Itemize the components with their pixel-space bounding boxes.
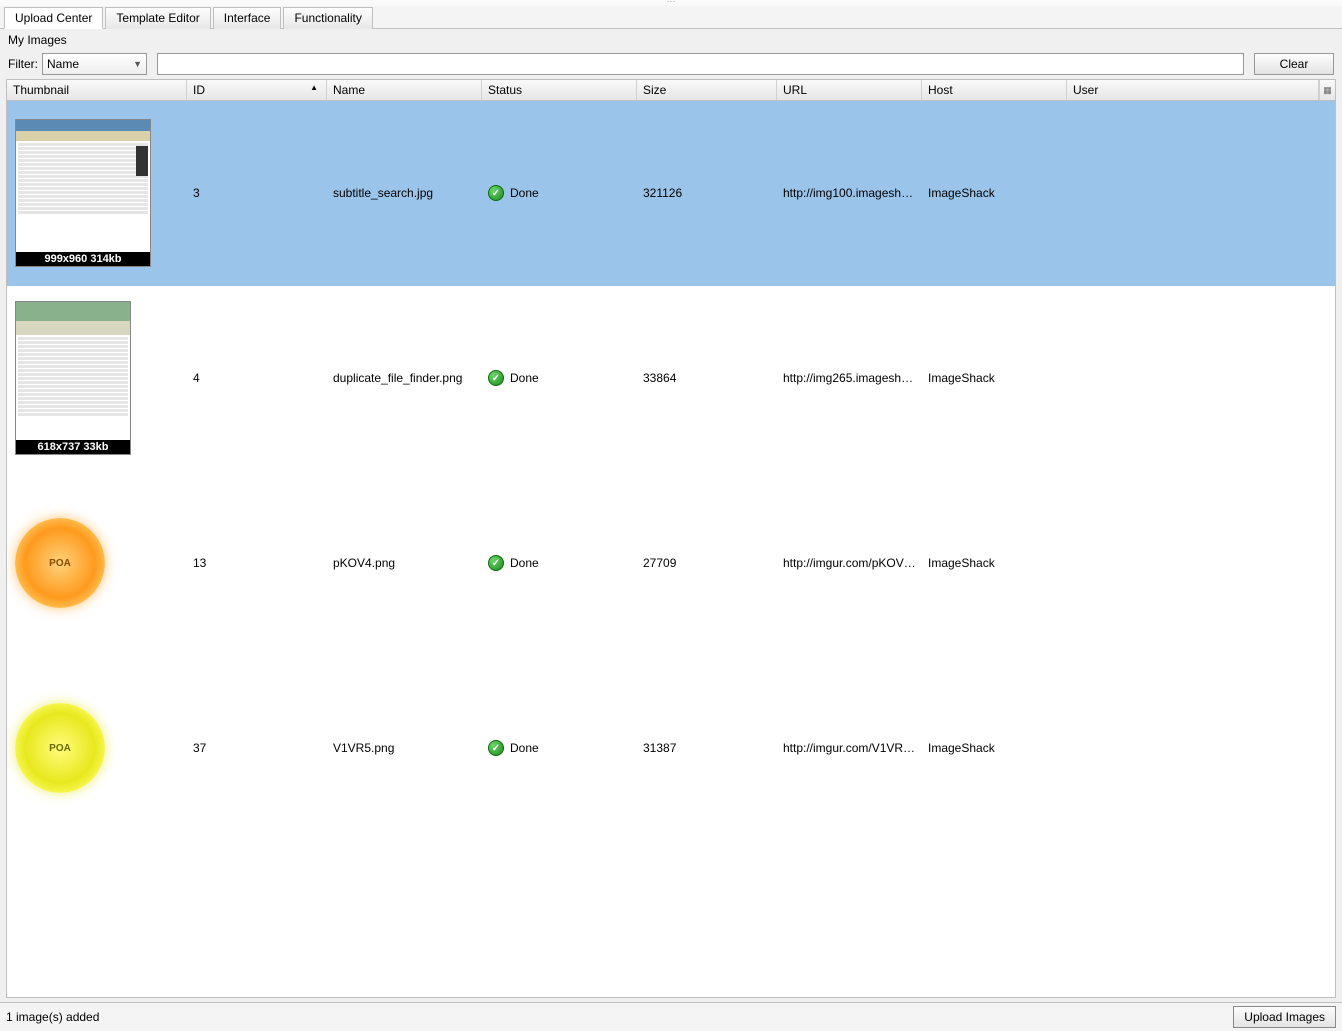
col-size[interactable]: Size xyxy=(637,80,777,100)
tab-upload-center[interactable]: Upload Center xyxy=(4,7,103,29)
filter-bar: Filter: Name ▼ Clear xyxy=(0,49,1342,79)
status-text: Done xyxy=(510,741,539,755)
size-cell: 27709 xyxy=(637,553,777,573)
host-cell: ImageShack xyxy=(922,738,1067,758)
thumbnail-caption: 618x737 33kb xyxy=(16,440,130,454)
table-row[interactable]: 618x737 33kb 4duplicate_file_finder.png ✓ D… xyxy=(7,286,1335,471)
filter-select-value: Name xyxy=(47,57,79,71)
col-host[interactable]: Host xyxy=(922,80,1067,100)
user-cell xyxy=(1067,745,1335,751)
check-icon: ✓ xyxy=(488,740,504,756)
clear-button[interactable]: Clear xyxy=(1254,53,1334,75)
tab-template-editor[interactable]: Template Editor xyxy=(105,7,210,29)
name-cell: pKOV4.png xyxy=(327,553,482,573)
col-thumbnail[interactable]: Thumbnail xyxy=(7,80,187,100)
col-id[interactable]: ID ▲ xyxy=(187,80,327,100)
name-cell: V1VR5.png xyxy=(327,738,482,758)
images-table: Thumbnail ID ▲ Name Status Size URL Host… xyxy=(6,79,1336,998)
filter-label: Filter: xyxy=(8,57,38,71)
col-id-label: ID xyxy=(193,83,205,97)
column-config-icon[interactable]: ▦ xyxy=(1319,80,1335,100)
col-status[interactable]: Status xyxy=(482,80,637,100)
host-cell: ImageShack xyxy=(922,368,1067,388)
url-cell: http://imgur.com/V1VR5.p... xyxy=(777,738,922,758)
section-title: My Images xyxy=(0,29,1342,49)
size-cell: 33864 xyxy=(637,368,777,388)
tab-functionality[interactable]: Functionality xyxy=(283,7,372,29)
main-tabs: Upload CenterTemplate EditorInterfaceFun… xyxy=(0,6,1342,29)
table-header: Thumbnail ID ▲ Name Status Size URL Host… xyxy=(7,80,1335,101)
status-cell: ✓ Done xyxy=(482,552,637,574)
id-cell: 37 xyxy=(187,738,327,758)
status-text: Done xyxy=(510,556,539,570)
status-cell: ✓ Done xyxy=(482,182,637,204)
status-text: Done xyxy=(510,371,539,385)
table-row[interactable]: POA 13pKOV4.png ✓ Done 27709http://imgur.com… xyxy=(7,471,1335,656)
badge-icon: POA xyxy=(15,518,105,608)
tab-interface[interactable]: Interface xyxy=(213,7,282,29)
status-text: 1 image(s) added xyxy=(6,1010,99,1024)
check-icon: ✓ xyxy=(488,370,504,386)
user-cell xyxy=(1067,375,1335,381)
thumbnail-cell: 999x960 314kb xyxy=(7,111,187,275)
status-bar: 1 image(s) added Upload Images xyxy=(0,1002,1342,1031)
thumbnail-cell: POA xyxy=(7,510,187,616)
url-cell: http://img100.imageshack... xyxy=(777,183,922,203)
host-cell: ImageShack xyxy=(922,183,1067,203)
id-cell: 4 xyxy=(187,368,327,388)
url-cell: http://img265.imageshack... xyxy=(777,368,922,388)
size-cell: 31387 xyxy=(637,738,777,758)
badge-icon: POA xyxy=(15,703,105,793)
name-cell: duplicate_file_finder.png xyxy=(327,368,482,388)
filter-input[interactable] xyxy=(157,53,1244,75)
upload-images-button[interactable]: Upload Images xyxy=(1233,1006,1336,1028)
status-text: Done xyxy=(510,186,539,200)
url-cell: http://imgur.com/pKOV4.... xyxy=(777,553,922,573)
name-cell: subtitle_search.jpg xyxy=(327,183,482,203)
filter-field-select[interactable]: Name ▼ xyxy=(42,53,147,75)
check-icon: ✓ xyxy=(488,185,504,201)
status-cell: ✓ Done xyxy=(482,737,637,759)
col-url[interactable]: URL xyxy=(777,80,922,100)
table-body: 999x960 314kb 3subtitle_search.jpg ✓ Done 32… xyxy=(7,101,1335,997)
id-cell: 3 xyxy=(187,183,327,203)
status-cell: ✓ Done xyxy=(482,367,637,389)
thumbnail-cell: POA xyxy=(7,695,187,801)
host-cell: ImageShack xyxy=(922,553,1067,573)
thumbnail-caption: 999x960 314kb xyxy=(16,252,150,266)
size-cell: 321126 xyxy=(637,183,777,203)
thumbnail-cell: 618x737 33kb xyxy=(7,293,187,463)
id-cell: 13 xyxy=(187,553,327,573)
table-row[interactable]: 999x960 314kb 3subtitle_search.jpg ✓ Done 32… xyxy=(7,101,1335,286)
col-name[interactable]: Name xyxy=(327,80,482,100)
sort-asc-icon: ▲ xyxy=(310,83,318,92)
col-user[interactable]: User xyxy=(1067,80,1319,100)
check-icon: ✓ xyxy=(488,555,504,571)
user-cell xyxy=(1067,190,1335,196)
chevron-down-icon: ▼ xyxy=(133,59,142,69)
table-row[interactable]: POA 37V1VR5.png ✓ Done 31387http://imgur.com… xyxy=(7,656,1335,841)
user-cell xyxy=(1067,560,1335,566)
